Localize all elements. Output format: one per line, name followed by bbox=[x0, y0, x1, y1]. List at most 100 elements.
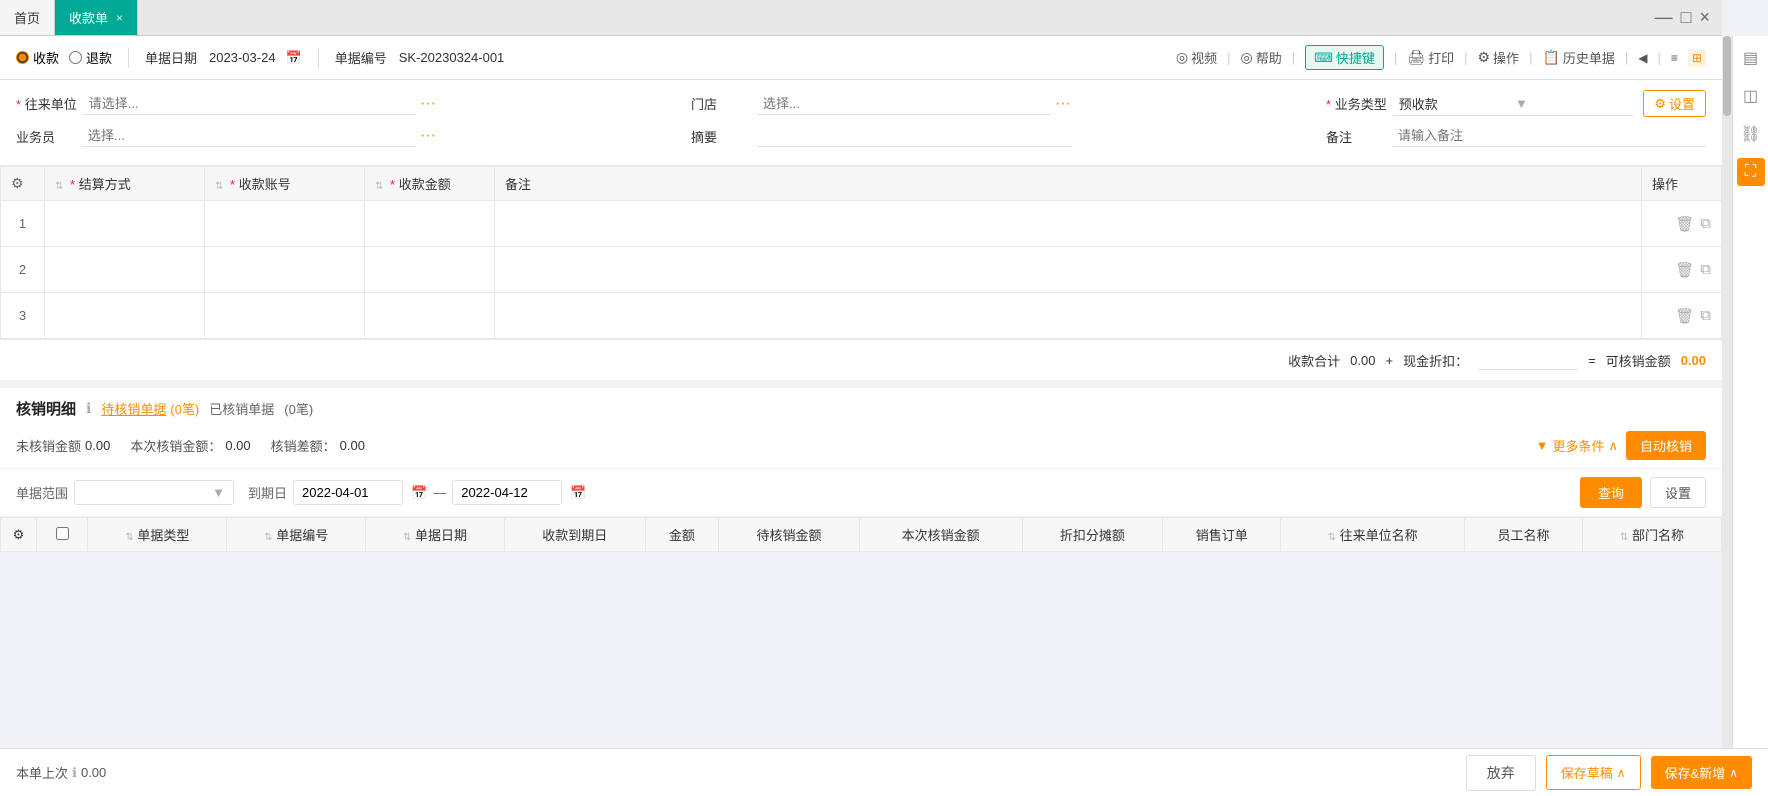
sidebar-icon-capture[interactable]: ⛶ bbox=[1737, 158, 1765, 186]
biz-type-select[interactable]: 预收款 ▼ bbox=[1393, 92, 1634, 116]
info-icon[interactable]: ℹ bbox=[72, 765, 77, 781]
tab-pending-label: 待核销单据 bbox=[101, 399, 166, 418]
view-list-icon[interactable]: ≡ bbox=[1671, 51, 1678, 65]
btn-print[interactable]: 🖨 打印 bbox=[1407, 48, 1454, 67]
tab-home[interactable]: 首页 bbox=[0, 0, 55, 35]
hexiao-stats-row: 未核销金额 0.00 本次核销金额： 0.00 核销差额： 0.00 ▼ 更多条… bbox=[0, 425, 1722, 469]
summary-bar: 收款合计 0.00 + 现金折扣： = 可核销金额 0.00 bbox=[0, 339, 1722, 380]
btn-shortcut[interactable]: ⌨ 快捷键 bbox=[1305, 45, 1384, 70]
gear-icon-2[interactable]: ⚙ bbox=[13, 527, 25, 542]
date-from-input[interactable] bbox=[293, 480, 403, 505]
tab-done-count: (0笔) bbox=[284, 399, 313, 418]
hexiao-settings-btn[interactable]: 设置 bbox=[1650, 477, 1706, 508]
summary-label1: 收款合计 bbox=[1288, 351, 1340, 370]
table-row: 1 🗑 ⧉ bbox=[1, 201, 1722, 247]
table-row: 3 🗑 ⧉ bbox=[1, 293, 1722, 339]
tab-done-label: 已核销单据 bbox=[209, 399, 274, 418]
form-section: * 往来单位 ··· 门店 ··· * 业务类型 预 bbox=[0, 80, 1722, 166]
save-draft-btn[interactable]: 保存草稿 ∧ bbox=[1546, 755, 1641, 790]
scrollbar-thumb[interactable] bbox=[1723, 36, 1731, 116]
stat-diff: 核销差额： 0.00 bbox=[271, 436, 365, 455]
discount-input[interactable] bbox=[1478, 350, 1578, 370]
radio-tuikuan[interactable]: 退款 bbox=[69, 48, 112, 67]
filter-row: 单据范围 ▼ 到期日 📅 — 📅 查询 设置 bbox=[0, 469, 1722, 517]
remark-input[interactable] bbox=[1392, 125, 1706, 147]
cell-remark-1[interactable] bbox=[495, 201, 1642, 247]
cell-account-1[interactable] bbox=[205, 201, 365, 247]
view-grid-icon[interactable]: ⊞ bbox=[1688, 49, 1706, 67]
cell-amount-2[interactable] bbox=[365, 247, 495, 293]
abandon-btn[interactable]: 放弃 bbox=[1466, 755, 1536, 791]
store-more-icon[interactable]: ··· bbox=[1055, 96, 1071, 112]
hexiao-info-icon[interactable]: ℹ bbox=[86, 400, 91, 417]
cell-settle-3[interactable] bbox=[45, 293, 205, 339]
cell-remark-2[interactable] bbox=[495, 247, 1642, 293]
bottom-info: 本单上次 ℹ 0.00 bbox=[16, 763, 106, 782]
summary-input[interactable] bbox=[757, 125, 1071, 147]
gear-icon[interactable]: ⚙ bbox=[11, 175, 24, 191]
query-btn[interactable]: 查询 bbox=[1580, 477, 1642, 508]
tab-close-icon[interactable]: × bbox=[116, 11, 123, 25]
settings-button[interactable]: ⚙ 设置 bbox=[1643, 90, 1706, 117]
close-icon[interactable]: × bbox=[1699, 7, 1710, 28]
cell-amount-1[interactable] bbox=[365, 201, 495, 247]
toolbar-actions: ◎ 视频 | ◎ 帮助 | ⌨ 快捷键 | 🖨 打印 | ⚙ 操作 bbox=[1176, 45, 1706, 70]
btn-help[interactable]: ◎ 帮助 bbox=[1241, 48, 1282, 67]
col-amount-header: ⇅ * 收款金额 bbox=[365, 167, 495, 201]
radio-tuikuan-label: 退款 bbox=[86, 48, 112, 67]
col-gear[interactable]: ⚙ bbox=[1, 167, 45, 201]
divider2 bbox=[318, 48, 319, 68]
minimize-icon[interactable]: — bbox=[1655, 7, 1673, 28]
cell-remark-3[interactable] bbox=[495, 293, 1642, 339]
save-new-btn[interactable]: 保存&新增 ∧ bbox=[1651, 756, 1752, 789]
date-to-input[interactable] bbox=[452, 480, 562, 505]
select-all-checkbox[interactable] bbox=[56, 527, 69, 540]
copy-row-2[interactable]: ⧉ bbox=[1700, 261, 1711, 279]
cell-account-2[interactable] bbox=[205, 247, 365, 293]
copy-row-3[interactable]: ⧉ bbox=[1700, 307, 1711, 325]
summary-label: 摘要 bbox=[691, 127, 751, 146]
sidebar-icon-link[interactable]: ⛓ bbox=[1737, 120, 1765, 148]
partner-input[interactable] bbox=[83, 93, 416, 115]
staff-input[interactable] bbox=[82, 125, 416, 147]
btn-ops[interactable]: ⚙ 操作 bbox=[1477, 48, 1519, 67]
delete-row-3[interactable]: 🗑 bbox=[1675, 307, 1694, 325]
nav-left-btn[interactable]: ◀ bbox=[1638, 51, 1647, 65]
partner-more-icon[interactable]: ··· bbox=[420, 96, 436, 112]
calendar-to-icon[interactable]: 📅 bbox=[570, 485, 586, 501]
table-header-row: ⚙ ⇅ * 结算方式 ⇅ * 收款账号 ⇅ bbox=[1, 167, 1722, 201]
sidebar-icon-panel[interactable]: ◫ bbox=[1737, 82, 1765, 110]
store-field: 门店 ··· bbox=[691, 93, 1071, 115]
tab-receipt[interactable]: 收款单 × bbox=[55, 0, 138, 35]
bill-date-field: 单据日期 2023-03-24 📅 bbox=[145, 48, 302, 67]
tab-pending[interactable]: 待核销单据 (0笔) bbox=[101, 399, 199, 418]
col-checkbox[interactable]: ⚙ bbox=[1, 518, 37, 552]
sidebar-icon-table[interactable]: ▤ bbox=[1737, 44, 1765, 72]
maximize-icon[interactable]: □ bbox=[1681, 7, 1692, 28]
calendar-from-icon[interactable]: 📅 bbox=[411, 485, 427, 501]
more-conditions-btn[interactable]: ▼ 更多条件 ∧ bbox=[1536, 436, 1618, 455]
auto-cancel-btn[interactable]: 自动核销 bbox=[1626, 431, 1706, 460]
radio-shouqu[interactable]: 收款 bbox=[16, 48, 59, 67]
cell-settle-1[interactable] bbox=[45, 201, 205, 247]
delete-row-1[interactable]: 🗑 bbox=[1675, 215, 1694, 233]
copy-row-1[interactable]: ⧉ bbox=[1700, 215, 1711, 233]
btn-video[interactable]: ◎ 视频 bbox=[1176, 48, 1217, 67]
cell-account-3[interactable] bbox=[205, 293, 365, 339]
btn-history[interactable]: 📋 历史单据 bbox=[1542, 48, 1614, 67]
cell-amount-3[interactable] bbox=[365, 293, 495, 339]
summary-plus: + bbox=[1385, 353, 1393, 368]
col-staff-name: 员工名称 bbox=[1464, 518, 1582, 552]
delete-row-2[interactable]: 🗑 bbox=[1675, 261, 1694, 279]
cell-settle-2[interactable] bbox=[45, 247, 205, 293]
summary-equals: = bbox=[1588, 353, 1596, 368]
store-input[interactable] bbox=[757, 93, 1051, 115]
cell-ops-3: 🗑 ⧉ bbox=[1642, 293, 1722, 339]
calendar-icon[interactable]: 📅 bbox=[286, 50, 302, 66]
stat3-val: 0.00 bbox=[340, 438, 365, 453]
col-checkbox-select[interactable] bbox=[37, 518, 88, 552]
right-sidebar: ▤ ◫ ⛓ ⛶ bbox=[1732, 36, 1768, 748]
staff-more-icon[interactable]: ··· bbox=[420, 128, 436, 144]
range-select[interactable]: ▼ bbox=[74, 480, 234, 505]
col-settle-header: ⇅ * 结算方式 bbox=[45, 167, 205, 201]
